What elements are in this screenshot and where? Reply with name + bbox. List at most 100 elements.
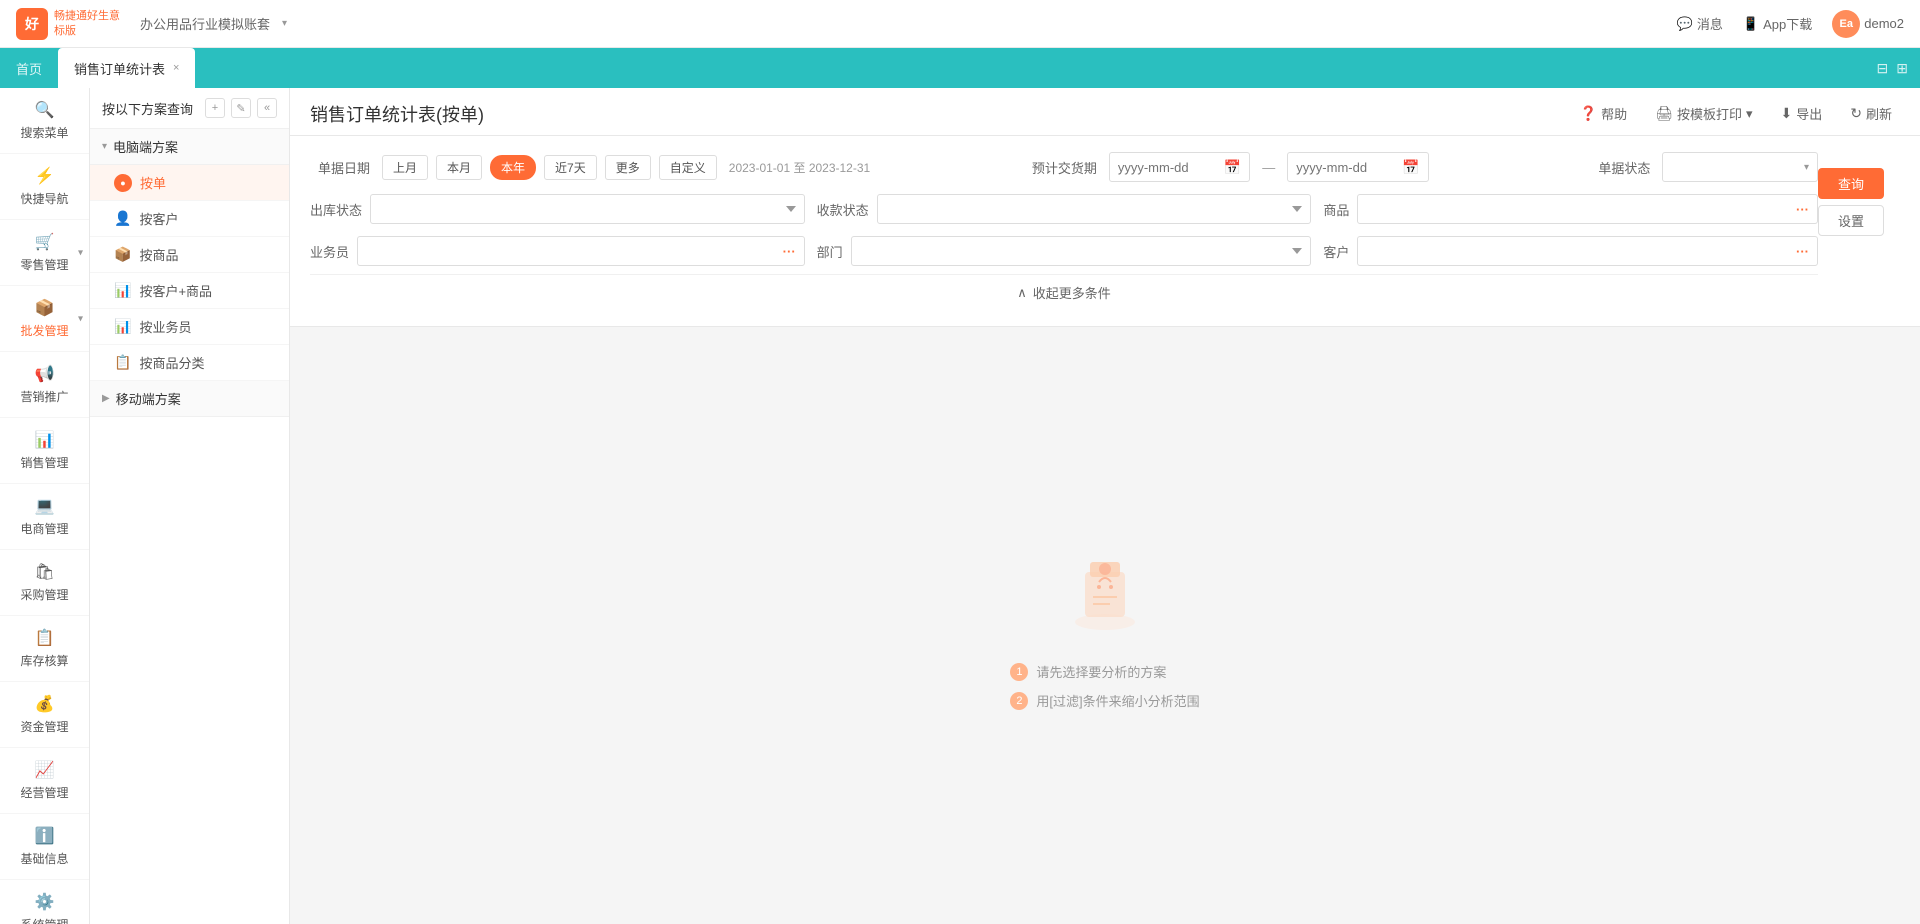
sidebar-item-quicknav[interactable]: ⚡ 快捷导航	[0, 154, 89, 220]
collapse-up-icon: ∧	[1017, 285, 1027, 301]
date-btn-this-year[interactable]: 本年	[490, 155, 536, 180]
sales-icon: 📊	[35, 430, 55, 450]
refresh-label: 刷新	[1866, 104, 1892, 123]
ecommerce-icon: 💻	[35, 496, 55, 516]
delivery-label: 出库状态	[310, 200, 362, 219]
sidebar-item-ecommerce[interactable]: 💻 电商管理	[0, 484, 89, 550]
sidebar-item-purchase[interactable]: 🛍 采购管理	[0, 550, 89, 616]
scheme-item-by-order[interactable]: ● 按单	[90, 165, 289, 201]
edit-scheme-button[interactable]: ✎	[231, 98, 251, 118]
goods-select[interactable]: ···	[1357, 194, 1818, 224]
delivery-select[interactable]	[370, 194, 805, 224]
scheme-item-by-goods[interactable]: 📦 按商品	[90, 237, 289, 273]
empty-tip-1: 1 请先选择要分析的方案	[1010, 662, 1199, 681]
date-btn-last-month[interactable]: 上月	[382, 155, 428, 180]
tab-home[interactable]: 首页	[0, 48, 58, 88]
status-dropdown-icon: ▾	[1804, 162, 1809, 173]
scheme-item-label-customer-goods: 按客户+商品	[139, 281, 212, 300]
message-action[interactable]: 💬 消息	[1677, 14, 1723, 33]
data-area: 1 请先选择要分析的方案 2 用[过滤]条件来缩小分析范围	[290, 327, 1920, 924]
dropdown-arrow-icon[interactable]: ▾	[282, 18, 287, 29]
sidebar-label-sales: 销售管理	[20, 454, 68, 471]
payment-label: 收款状态	[817, 200, 869, 219]
expected-date-end-input[interactable]: 📅	[1287, 152, 1428, 182]
add-scheme-button[interactable]: +	[205, 98, 225, 118]
operations-icon: 📈	[35, 760, 55, 780]
date-btn-more[interactable]: 更多	[605, 155, 651, 180]
expected-date-start-input[interactable]: 📅	[1109, 152, 1250, 182]
department-field: 部门	[817, 236, 1312, 266]
delivery-field: 出库状态	[310, 194, 805, 224]
quicknav-icon: ⚡	[35, 166, 55, 186]
sidebar-item-finance[interactable]: 💰 资金管理	[0, 682, 89, 748]
scheme-item-by-salesperson[interactable]: 📊 按业务员	[90, 309, 289, 345]
help-button[interactable]: ❓ 帮助	[1572, 100, 1635, 127]
maximize-icon[interactable]: ⊞	[1896, 60, 1908, 77]
sidebar-item-operations[interactable]: 📈 经营管理	[0, 748, 89, 814]
customer-label: 客户	[1323, 242, 1349, 261]
expected-start-field[interactable]	[1118, 160, 1218, 175]
salesperson-select[interactable]: ···	[357, 236, 805, 266]
sidebar-item-sales[interactable]: 📊 销售管理	[0, 418, 89, 484]
edit-icon: ✎	[236, 102, 245, 115]
sidebar-item-retail[interactable]: 🛒 零售管理	[0, 220, 89, 286]
top-bar: 好 畅捷通好生意 标版 办公用品行业模拟账套 ▾ 💬 消息 📱 App下载 Ea…	[0, 0, 1920, 48]
scheme-item-by-customer-goods[interactable]: 📊 按客户+商品	[90, 273, 289, 309]
app-download-action[interactable]: 📱 App下载	[1743, 14, 1812, 33]
tab-close-icon[interactable]: ×	[173, 62, 179, 74]
settings-button[interactable]: 设置	[1818, 205, 1884, 236]
purchase-icon: 🛍	[34, 562, 54, 582]
logo-icon: 好	[16, 8, 48, 40]
sidebar-item-marketing[interactable]: 📢 营销推广	[0, 352, 89, 418]
date-btn-this-month[interactable]: 本月	[436, 155, 482, 180]
sidebar-item-system[interactable]: ⚙️ 系统管理	[0, 880, 89, 924]
expected-end-field[interactable]	[1296, 160, 1396, 175]
minimize-icon[interactable]: ⊟	[1877, 60, 1889, 77]
payment-field: 收款状态	[817, 194, 1312, 224]
help-icon: ❓	[1580, 105, 1597, 122]
scheme-item-label-customer: 按客户	[139, 209, 178, 228]
scheme-group-mobile-header[interactable]: ▶ 移动端方案	[90, 381, 289, 417]
scheme-group-mobile-label: 移动端方案	[116, 389, 181, 408]
status-select[interactable]: ▾	[1662, 152, 1818, 182]
scheme-group-pc-label: 电脑端方案	[113, 137, 178, 156]
date-btn-7days[interactable]: 近7天	[544, 155, 597, 180]
export-button[interactable]: ⬇ 导出	[1773, 100, 1831, 127]
department-label: 部门	[817, 242, 843, 261]
top-bar-left: 好 畅捷通好生意 标版 办公用品行业模拟账套 ▾	[16, 8, 287, 40]
expected-date-label: 预计交货期	[1032, 158, 1097, 177]
tab-active[interactable]: 销售订单统计表 ×	[58, 48, 195, 88]
scheme-dot-active: ●	[114, 174, 132, 192]
filter-row-1: 单据日期 上月 本月 本年 近7天 更多 自定义 2023-01-01 至 20…	[310, 152, 1818, 182]
tip-text-2: 用[过滤]条件来缩小分析范围	[1036, 691, 1199, 710]
payment-select[interactable]	[877, 194, 1312, 224]
sidebar-label-purchase: 采购管理	[20, 586, 68, 603]
search-icon: 🔍	[35, 100, 55, 120]
sidebar-item-inventory[interactable]: 📋 库存核算	[0, 616, 89, 682]
search-button[interactable]: 查询	[1818, 168, 1884, 199]
date-btn-custom[interactable]: 自定义	[659, 155, 717, 180]
sidebar-item-basicinfo[interactable]: ℹ️ 基础信息	[0, 814, 89, 880]
print-icon: 🖨	[1655, 105, 1673, 122]
sidebar-item-wholesale[interactable]: 📦 批发管理	[0, 286, 89, 352]
department-select[interactable]	[851, 236, 1312, 266]
calendar-start-icon[interactable]: 📅	[1224, 159, 1241, 176]
scheme-item-by-category[interactable]: 📋 按商品分类	[90, 345, 289, 381]
scheme-group-pc-header[interactable]: ▾ 电脑端方案	[90, 129, 289, 165]
goods-ellipsis-icon: ···	[1796, 202, 1809, 217]
template-print-button[interactable]: 🖨 按模板打印 ▾	[1647, 100, 1760, 127]
scheme-group-mobile: ▶ 移动端方案	[90, 381, 289, 417]
finance-icon: 💰	[35, 694, 55, 714]
user-profile[interactable]: Ea demo2	[1832, 10, 1904, 38]
sidebar-item-search[interactable]: 🔍 搜索菜单	[0, 88, 89, 154]
scheme-item-by-customer[interactable]: 👤 按客户	[90, 201, 289, 237]
collapse-filters-button[interactable]: ∧ 收起更多条件	[310, 274, 1818, 310]
refresh-button[interactable]: ↻ 刷新	[1842, 100, 1900, 127]
sidebar-label-search: 搜索菜单	[20, 124, 68, 141]
customer-select[interactable]: ···	[1357, 236, 1818, 266]
message-label: 消息	[1697, 14, 1723, 33]
customer-goods-scheme-icon: 📊	[114, 282, 131, 299]
calendar-end-icon[interactable]: 📅	[1402, 159, 1419, 176]
date-group: 上月 本月 本年 近7天 更多 自定义	[382, 155, 717, 180]
collapse-panel-button[interactable]: «	[257, 98, 277, 118]
